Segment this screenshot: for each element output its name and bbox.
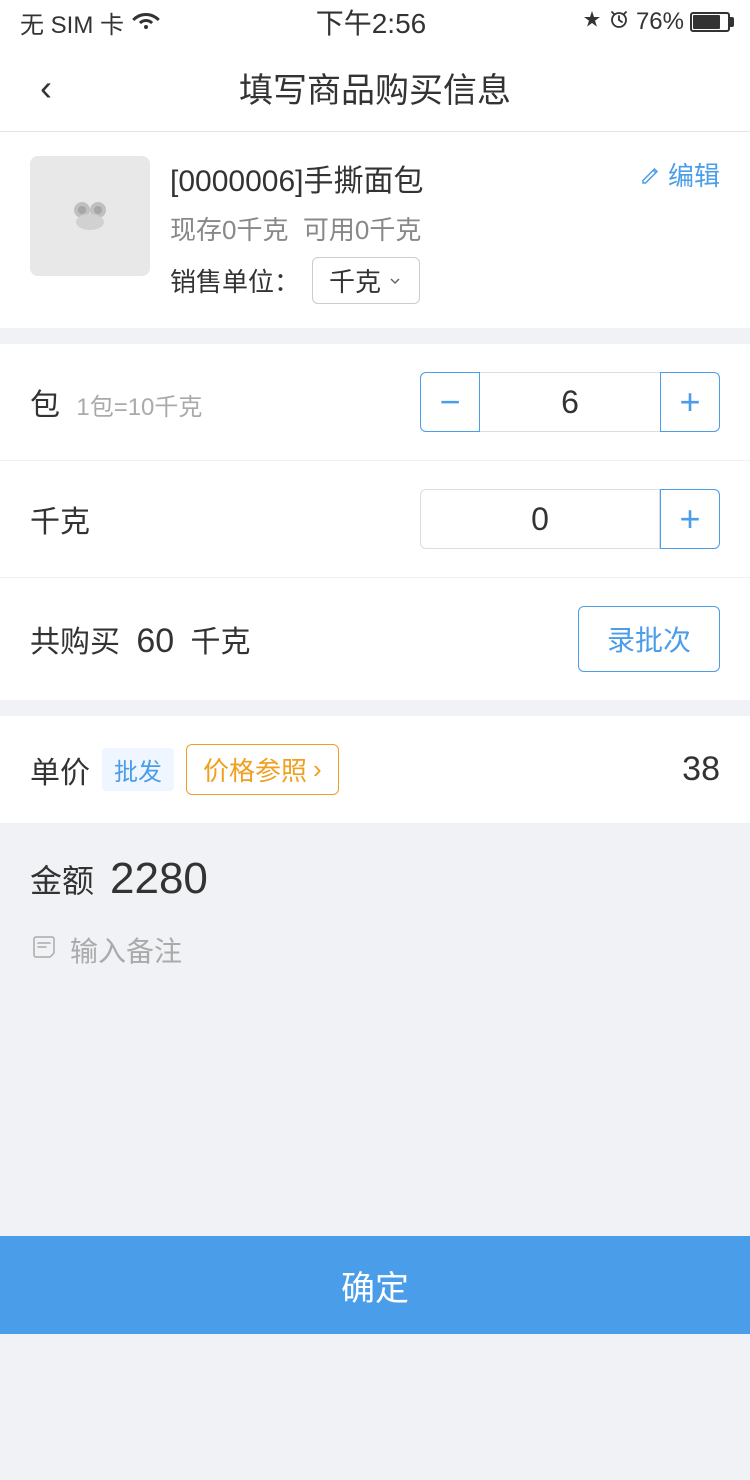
amount-row: 金额 2280 <box>30 854 720 904</box>
bag-increment-button[interactable]: + <box>660 372 720 432</box>
bag-quantity-input[interactable] <box>480 372 660 432</box>
carrier-label: 无 SIM 卡 <box>20 5 124 40</box>
alarm-icon <box>608 8 630 37</box>
page-title: 填写商品购买信息 <box>239 63 511 112</box>
price-section: 单价 批发 价格参照 › 38 <box>0 716 750 824</box>
product-stock: 现存0千克 可用0千克 <box>170 210 720 247</box>
price-reference-button[interactable]: 价格参照 › <box>186 744 339 795</box>
bag-label: 包 1包=10千克 <box>30 380 420 424</box>
confirm-bar[interactable]: 确定 <box>0 1236 750 1334</box>
nav-bar: ‹ 填写商品购买信息 <box>0 44 750 132</box>
wifi-icon <box>132 8 160 36</box>
price-label: 单价 <box>30 748 90 792</box>
battery-icon <box>690 12 730 32</box>
product-image <box>30 156 150 276</box>
kg-label: 千克 <box>30 497 420 541</box>
edit-button[interactable]: 编辑 <box>640 156 720 193</box>
amount-label: 金额 <box>30 856 94 902</box>
bag-quantity-control: − + <box>420 372 720 432</box>
price-row: 单价 批发 价格参照 › 38 <box>0 716 750 824</box>
price-value: 38 <box>682 750 720 789</box>
status-left: 无 SIM 卡 <box>20 5 160 40</box>
status-time: 下午2:56 <box>316 2 427 42</box>
back-button[interactable]: ‹ <box>30 57 62 119</box>
battery-percentage: 76% <box>636 8 684 36</box>
remark-icon <box>30 933 58 968</box>
bag-decrement-button[interactable]: − <box>420 372 480 432</box>
confirm-button[interactable]: 确定 <box>341 1261 409 1310</box>
remark-row[interactable]: 输入备注 <box>30 920 720 980</box>
price-tag: 批发 <box>102 748 174 791</box>
kg-quantity-row: 千克 + <box>0 461 750 578</box>
product-info: [0000006]手撕面包 编辑 现存0千克 可用0千克 销售单位： 千克 <box>170 156 720 304</box>
product-unit: 销售单位： 千克 <box>170 257 720 304</box>
gps-icon <box>582 8 602 36</box>
product-card: [0000006]手撕面包 编辑 现存0千克 可用0千克 销售单位： 千克 <box>0 132 750 328</box>
total-row: 共购买 60 千克 录批次 <box>0 578 750 700</box>
batch-button[interactable]: 录批次 <box>578 606 720 672</box>
amount-value: 2280 <box>110 854 208 904</box>
status-bar: 无 SIM 卡 下午2:56 76% <box>0 0 750 44</box>
unit-select[interactable]: 千克 <box>312 257 420 304</box>
status-right: 76% <box>582 8 730 37</box>
kg-quantity-control: + <box>420 489 720 549</box>
kg-increment-button[interactable]: + <box>660 489 720 549</box>
product-top-row: [0000006]手撕面包 编辑 <box>170 156 720 210</box>
amount-section: 金额 2280 输入备注 <box>0 824 750 980</box>
remark-text: 输入备注 <box>70 930 182 970</box>
kg-quantity-input[interactable] <box>420 489 660 549</box>
quantity-section: 包 1包=10千克 − + 千克 + 共购买 60 千克 录批次 <box>0 344 750 700</box>
bag-quantity-row: 包 1包=10千克 − + <box>0 344 750 461</box>
total-text: 共购买 60 千克 <box>30 617 251 661</box>
product-name: [0000006]手撕面包 <box>170 156 423 200</box>
